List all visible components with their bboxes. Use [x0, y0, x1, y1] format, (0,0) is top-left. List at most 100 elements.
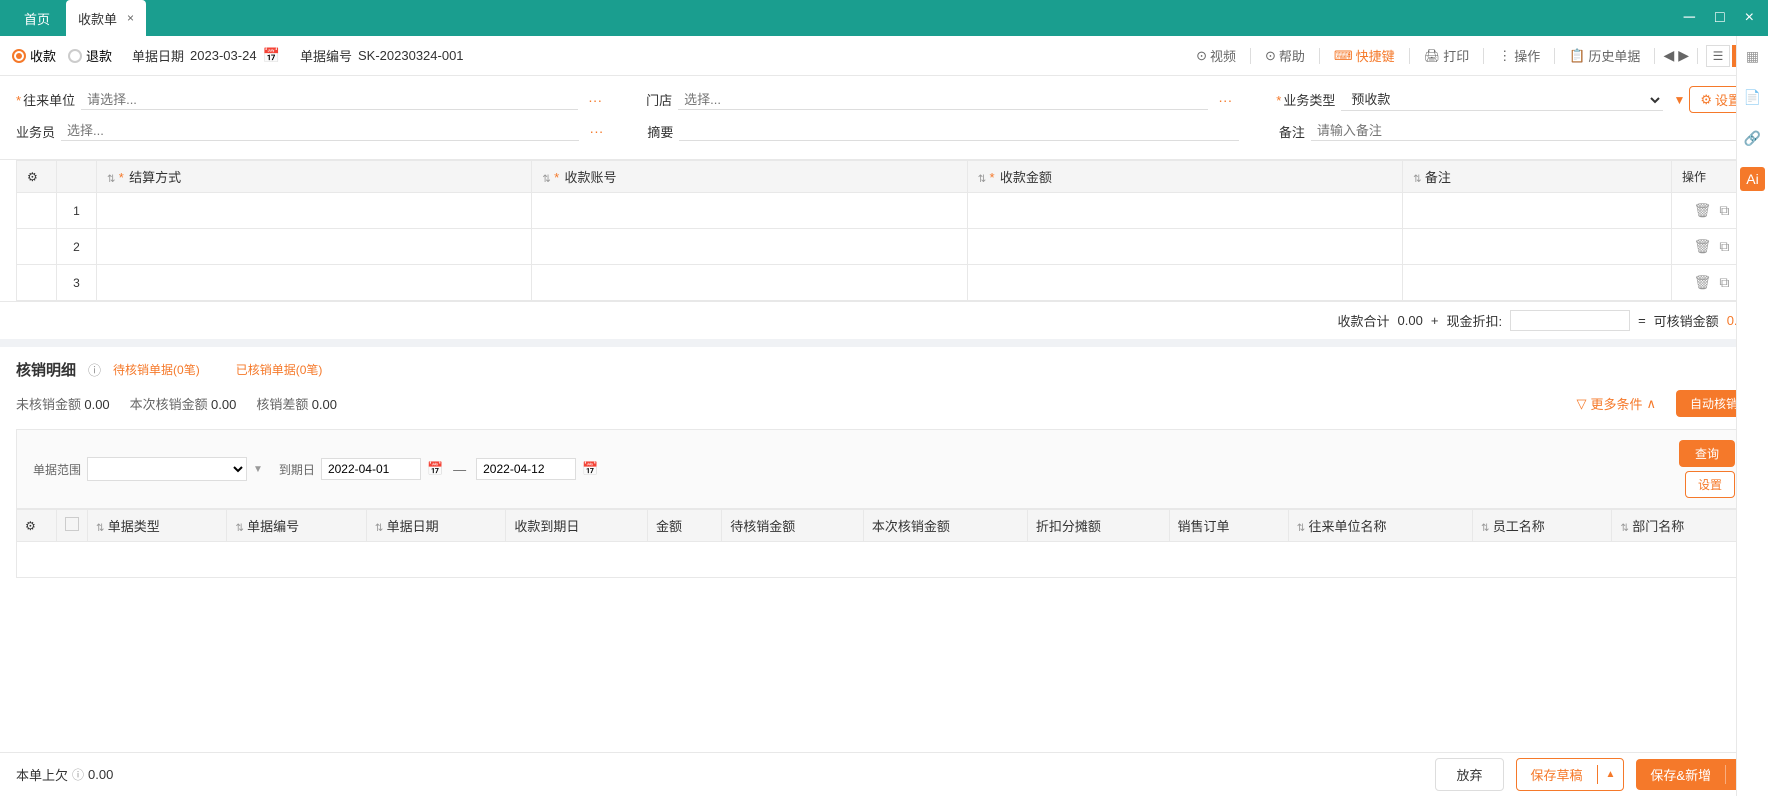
verify-info-icon[interactable]: ⓘ: [88, 360, 101, 379]
sidebar-ai-icon[interactable]: Ai: [1740, 167, 1764, 191]
shortcut-button[interactable]: ⌨ 快捷键: [1328, 44, 1401, 67]
summary-row: 收款合计 0.00 + 现金折扣: = 可核销金额 0.00: [0, 301, 1768, 339]
verify-summary: 未核销金额 0.00 本次核销金额 0.00 核销差额 0.00 ▽ 更多条件 …: [16, 390, 1752, 417]
form-row-2: 业务员 ··· 摘要 备注: [16, 121, 1752, 141]
counterpart-field: *往来单位 ···: [16, 90, 606, 110]
tab-home[interactable]: 首页: [8, 0, 66, 36]
section-divider: [0, 339, 1768, 347]
counterpart-more-button[interactable]: ···: [584, 92, 606, 108]
summary-input[interactable]: [679, 121, 1238, 141]
delete-row-1-icon[interactable]: 🗑: [1694, 202, 1712, 219]
bottom-col-employee: ⇅ 员工名称: [1473, 510, 1612, 542]
sidebar-table-icon[interactable]: ▦: [1742, 44, 1763, 69]
bottom-stat: 本单上欠 ⓘ 0.00: [16, 765, 113, 784]
sidebar-link-icon[interactable]: 🔗: [1740, 126, 1765, 151]
shop-more-button[interactable]: ···: [1214, 92, 1236, 108]
bottom-col-checkbox[interactable]: [57, 510, 88, 542]
salesperson-more-button[interactable]: ···: [585, 123, 607, 139]
keyboard-icon: ⌨: [1334, 48, 1353, 64]
help-icon: ⊙: [1265, 48, 1276, 64]
amount-cell-1[interactable]: [967, 193, 1402, 229]
shop-field: 门店 ···: [646, 90, 1236, 110]
verify-header: 核销明细 ⓘ 待核销单据(0笔) 已核销单据(0笔): [16, 359, 1752, 380]
remark-input[interactable]: [1311, 121, 1752, 141]
video-icon: ⊙: [1196, 48, 1207, 64]
operation-button[interactable]: ⋮ 操作: [1492, 44, 1546, 67]
video-button[interactable]: ⊙ 视频: [1190, 44, 1242, 67]
discount-input[interactable]: [1510, 310, 1630, 331]
delete-row-2-icon[interactable]: 🗑: [1694, 238, 1712, 255]
bottom-col-sales-order: 销售订单: [1169, 510, 1288, 542]
date-to-calendar-icon[interactable]: 📅: [582, 461, 598, 477]
account-cell-3[interactable]: [532, 265, 967, 301]
next-arrow[interactable]: ▶: [1678, 47, 1689, 64]
radio-refund[interactable]: 退款: [68, 46, 112, 65]
help-button[interactable]: ⊙ 帮助: [1259, 44, 1311, 67]
col-settings-header[interactable]: ⚙: [17, 161, 57, 193]
business-type-select[interactable]: 预收款: [1341, 89, 1663, 111]
sidebar-doc-icon[interactable]: 📄: [1740, 85, 1765, 110]
minimize-button[interactable]: ─: [1678, 9, 1701, 27]
tab-receipt[interactable]: 收款单 ×: [66, 0, 146, 36]
amount-cell-3[interactable]: [967, 265, 1402, 301]
remark-cell-2[interactable]: [1403, 229, 1672, 265]
col-settlement-header: ⇅ * 结算方式: [97, 161, 532, 193]
account-cell-1[interactable]: [532, 193, 967, 229]
discard-button[interactable]: 放弃: [1435, 758, 1503, 791]
close-button[interactable]: ×: [1739, 9, 1760, 27]
due-date-filter: 到期日 📅 — 📅: [279, 458, 598, 480]
receipt-type-group: 收款 退款: [12, 46, 112, 65]
remark-cell-1[interactable]: [1403, 193, 1672, 229]
copy-row-3-icon[interactable]: ⧉: [1719, 274, 1729, 291]
receipt-table: ⚙ ⇅ * 结算方式 ⇅ * 收款账号 ⇅ * 收款: [16, 160, 1752, 301]
stat-info-icon[interactable]: ⓘ: [72, 766, 84, 783]
more-conditions-button[interactable]: ▽ 更多条件 ∧: [1576, 394, 1656, 413]
business-type-more[interactable]: ▼: [1669, 93, 1689, 107]
remark-cell-3[interactable]: [1403, 265, 1672, 301]
account-cell-2[interactable]: [532, 229, 967, 265]
date-to-input[interactable]: [476, 458, 576, 480]
table-row: 1 🗑 ⧉: [17, 193, 1752, 229]
bottom-col-settings[interactable]: ⚙: [17, 510, 57, 542]
date-from-calendar-icon[interactable]: 📅: [427, 461, 443, 477]
bottom-col-amount: 金额: [647, 510, 721, 542]
settlement-cell-1[interactable]: [97, 193, 532, 229]
bottom-col-discount: 折扣分摊额: [1027, 510, 1169, 542]
bottom-col-no: ⇅ 单据编号: [227, 510, 366, 542]
tab-close-icon[interactable]: ×: [127, 11, 134, 25]
print-button[interactable]: 🖨 打印: [1418, 44, 1476, 67]
pending-tab[interactable]: 待核销单据(0笔): [113, 361, 200, 378]
save-draft-arrow-icon[interactable]: ▲: [1598, 769, 1624, 780]
amount-cell-2[interactable]: [967, 229, 1402, 265]
range-select[interactable]: [87, 457, 247, 481]
tab-bar: 首页 收款单 × ─ □ ×: [0, 0, 1768, 36]
settlement-cell-3[interactable]: [97, 265, 532, 301]
calendar-icon[interactable]: 📅: [263, 47, 280, 64]
table-section: ⚙ ⇅ * 结算方式 ⇅ * 收款账号 ⇅ * 收款: [0, 160, 1768, 301]
copy-row-1-icon[interactable]: ⧉: [1719, 202, 1729, 219]
filter-settings-button[interactable]: 设置: [1685, 471, 1735, 498]
counterpart-input[interactable]: [81, 90, 578, 110]
completed-tab[interactable]: 已核销单据(0笔): [236, 361, 323, 378]
query-button[interactable]: 查询: [1679, 440, 1735, 467]
total-value: 0.00: [1398, 313, 1423, 328]
prev-arrow[interactable]: ◀: [1663, 47, 1674, 64]
salesperson-input[interactable]: [61, 121, 579, 141]
date-from-input[interactable]: [321, 458, 421, 480]
right-sidebar: ▦ 📄 🔗 Ai: [1736, 36, 1768, 796]
shop-input[interactable]: [678, 90, 1208, 110]
select-all-checkbox[interactable]: [65, 517, 79, 531]
list-view-button[interactable]: ☰: [1706, 45, 1730, 67]
business-type-field: *业务类型 预收款 ▼: [1276, 89, 1689, 111]
delete-row-3-icon[interactable]: 🗑: [1694, 274, 1712, 291]
history-button[interactable]: 📋 历史单据: [1563, 44, 1646, 67]
verify-section: 核销明细 ⓘ 待核销单据(0笔) 已核销单据(0笔) 未核销金额 0.00 本次…: [0, 347, 1768, 578]
bottom-col-date: ⇅ 单据日期: [366, 510, 505, 542]
radio-receipt[interactable]: 收款: [12, 46, 56, 65]
maximize-button[interactable]: □: [1709, 9, 1731, 27]
copy-row-2-icon[interactable]: ⧉: [1719, 238, 1729, 255]
save-draft-button[interactable]: 保存草稿 ▲: [1516, 758, 1625, 791]
settlement-cell-2[interactable]: [97, 229, 532, 265]
top-toolbar: 收款 退款 单据日期 2023-03-24 📅 单据编号 SK-20230324…: [0, 36, 1768, 76]
save-new-button[interactable]: 保存&新增 ▲: [1636, 759, 1752, 790]
